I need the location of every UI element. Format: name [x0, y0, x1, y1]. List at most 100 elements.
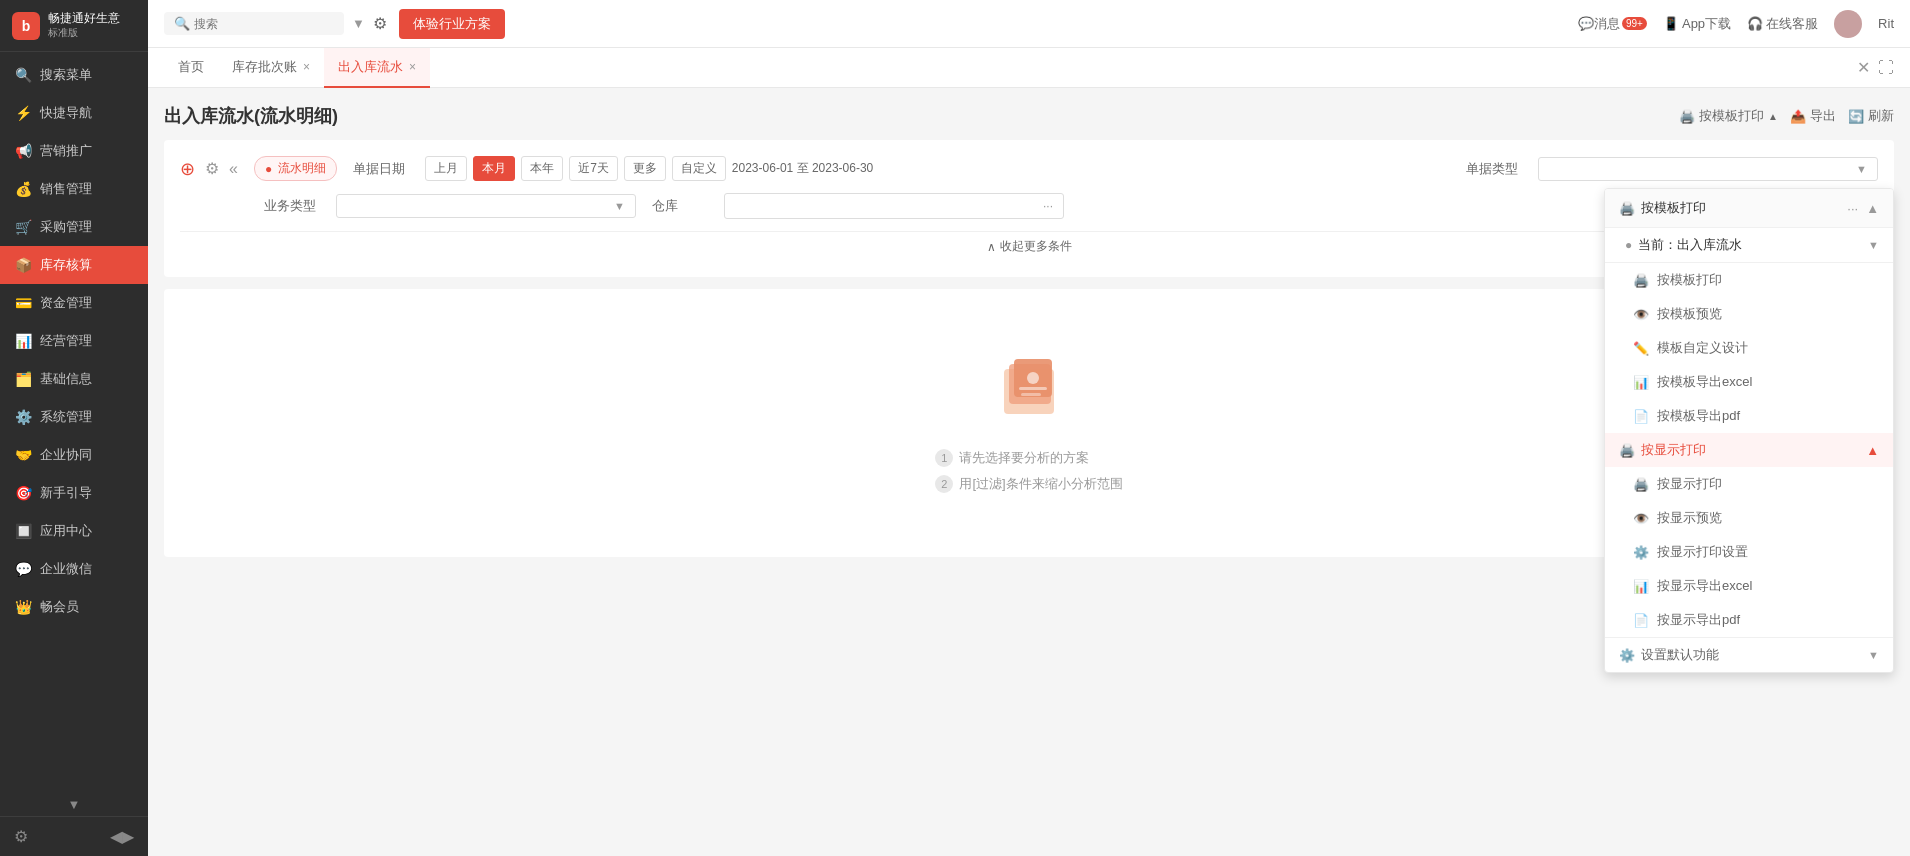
filter-tag-icon: ●	[265, 162, 272, 176]
search-input[interactable]	[194, 17, 334, 31]
sidebar-item-sales[interactable]: 💰 销售管理	[0, 170, 148, 208]
dropdown-item-template-excel[interactable]: 📊 按模板导出excel	[1605, 365, 1893, 399]
page-header: 出入库流水(流水明细) 🖨️ 按模板打印 ▲ 📤 导出 🔄 刷新	[164, 104, 1894, 128]
display-print-icon: 🖨️	[1633, 477, 1649, 492]
active-filter-tag[interactable]: ● 流水明细	[254, 156, 337, 181]
filter-collapse-icon[interactable]: «	[229, 160, 238, 178]
template-pdf-icon: 📄	[1633, 409, 1649, 424]
filter-biz-label: 业务类型	[264, 197, 320, 215]
sidebar-item-system[interactable]: ⚙️ 系统管理	[0, 398, 148, 436]
filter-row-top: ⊕ ⚙ « ● 流水明细 单据日期 上月 本月 本年 近7天 更多 自定	[180, 156, 1878, 181]
sidebar-scroll-down[interactable]: ▼	[0, 793, 148, 816]
dropdown-item-display-settings[interactable]: ⚙️ 按显示打印设置	[1605, 535, 1893, 569]
dropdown-current-text: 当前：出入库流水	[1638, 236, 1862, 254]
tab-batch-label: 库存批次账	[232, 58, 297, 76]
collapse-more-label: 收起更多条件	[1000, 238, 1072, 255]
export-btn[interactable]: 📤 导出	[1790, 107, 1836, 125]
dropdown-footer[interactable]: ⚙️ 设置默认功能 ▼	[1605, 637, 1893, 672]
dropdown-item-display-pdf[interactable]: 📄 按显示导出pdf	[1605, 603, 1893, 637]
filter-biz-chevron: ▼	[614, 200, 625, 212]
export-label: 导出	[1810, 107, 1836, 125]
dropdown-header-actions: ··· ▲	[1847, 201, 1879, 216]
sidebar-item-quicknav[interactable]: ⚡ 快捷导航	[0, 94, 148, 132]
sidebar-item-inventory[interactable]: 📦 库存核算	[0, 246, 148, 284]
topbar-search-box[interactable]: 🔍	[164, 12, 344, 35]
topbar-gear-icon[interactable]: ⚙	[373, 14, 387, 33]
date-btn-last-month[interactable]: 上月	[425, 156, 467, 181]
tab-maximize[interactable]: ⛶	[1878, 59, 1894, 77]
wechat-icon: 💬	[14, 561, 32, 577]
sidebar-item-operation[interactable]: 📊 经营管理	[0, 322, 148, 360]
tab-flow[interactable]: 出入库流水 ×	[324, 48, 430, 88]
footer-settings-icon: ⚙️	[1619, 648, 1635, 663]
dropdown-item-template-design[interactable]: ✏️ 模板自定义设计	[1605, 331, 1893, 365]
dropdown-current-item[interactable]: ● 当前：出入库流水 ▼	[1605, 228, 1893, 263]
sidebar-item-member[interactable]: 👑 畅会员	[0, 588, 148, 626]
appstore-icon: 🔲	[14, 523, 32, 539]
username-label[interactable]: Rit	[1878, 16, 1894, 31]
display-pdf-icon: 📄	[1633, 613, 1649, 628]
sidebar-item-search[interactable]: 🔍 搜索菜单	[0, 56, 148, 94]
finance-icon: 💳	[14, 295, 32, 311]
filter-settings-icon[interactable]: ⚙	[205, 159, 219, 178]
dropdown-item-display-print[interactable]: 🖨️ 按显示打印	[1605, 467, 1893, 501]
filter-add-btn[interactable]: ⊕	[180, 158, 195, 180]
dropdown-chevron-up[interactable]: ▲	[1866, 201, 1879, 216]
sidebar-label-marketing: 营销推广	[40, 142, 92, 160]
topbar-app-btn[interactable]: 📱 App下载	[1663, 15, 1731, 33]
dropdown-item-template-preview[interactable]: 👁️ 按模板预览	[1605, 297, 1893, 331]
dropdown-item-template-print[interactable]: 🖨️ 按模板打印	[1605, 263, 1893, 297]
user-avatar[interactable]	[1834, 10, 1862, 38]
dropdown-item-template-pdf[interactable]: 📄 按模板导出pdf	[1605, 399, 1893, 433]
dropdown-item-label: 模板自定义设计	[1657, 339, 1748, 357]
date-btn-this-year[interactable]: 本年	[521, 156, 563, 181]
topbar-service-btn[interactable]: 🎧 在线客服	[1747, 15, 1818, 33]
sidebar-item-marketing[interactable]: 📢 营销推广	[0, 132, 148, 170]
sidebar-item-guide[interactable]: 🎯 新手引导	[0, 474, 148, 512]
tab-home-label: 首页	[178, 58, 204, 76]
topbar-right: 💬 消息 99+ 📱 App下载 🎧 在线客服 Rit	[1578, 10, 1894, 38]
dropdown-more-icon[interactable]: ···	[1847, 201, 1858, 216]
filter-type-select[interactable]: ▼	[1538, 157, 1878, 181]
date-btn-this-month[interactable]: 本月	[473, 156, 515, 181]
dropdown-item-label: 按显示预览	[1657, 509, 1722, 527]
dropdown-section-display[interactable]: 🖨️ 按显示打印 ▲	[1605, 433, 1893, 467]
page-content: 出入库流水(流水明细) 🖨️ 按模板打印 ▲ 📤 导出 🔄 刷新	[148, 88, 1910, 856]
topbar-search-chevron[interactable]: ▼	[352, 16, 365, 31]
empty-hint-1: 1 请先选择要分析的方案	[935, 445, 1122, 471]
print-btn[interactable]: 🖨️ 按模板打印 ▲	[1679, 107, 1778, 125]
tab-close-all[interactable]: ✕	[1857, 58, 1870, 77]
sidebar-collapse-btn[interactable]: ◀▶	[110, 827, 134, 846]
app-logo-text: 畅捷通好生意 标准版	[48, 11, 120, 41]
tab-batch-close[interactable]: ×	[303, 60, 310, 74]
main-area: 🔍 ▼ ⚙ 体验行业方案 💬 消息 99+ 📱 App下载 🎧 在线客服 Rit	[148, 0, 1910, 856]
date-btn-7days[interactable]: 近7天	[569, 156, 618, 181]
sidebar-settings-btn[interactable]: ⚙	[14, 827, 28, 846]
sidebar-item-finance[interactable]: 💳 资金管理	[0, 284, 148, 322]
tab-batch[interactable]: 库存批次账 ×	[218, 48, 324, 88]
tab-flow-close[interactable]: ×	[409, 60, 416, 74]
sidebar-item-wechat[interactable]: 💬 企业微信	[0, 550, 148, 588]
tab-home[interactable]: 首页	[164, 48, 218, 88]
display-section-chevron: ▲	[1866, 443, 1879, 458]
empty-hint-2-text: 用[过滤]条件来缩小分析范围	[959, 471, 1122, 497]
industry-btn[interactable]: 体验行业方案	[399, 9, 505, 39]
display-excel-icon: 📊	[1633, 579, 1649, 594]
template-excel-icon: 📊	[1633, 375, 1649, 390]
dropdown-item-label: 按显示导出pdf	[1657, 611, 1740, 629]
filter-warehouse-select[interactable]: ···	[724, 193, 1064, 219]
refresh-btn[interactable]: 🔄 刷新	[1848, 107, 1894, 125]
sidebar-item-basic[interactable]: 🗂️ 基础信息	[0, 360, 148, 398]
date-btn-custom[interactable]: 自定义	[672, 156, 726, 181]
filter-warehouse-more: ···	[1043, 199, 1053, 213]
sidebar-label-wechat: 企业微信	[40, 560, 92, 578]
topbar-message-btn[interactable]: 💬 消息 99+	[1578, 15, 1647, 33]
sidebar-item-appstore[interactable]: 🔲 应用中心	[0, 512, 148, 550]
sidebar-footer: ⚙ ◀▶	[0, 816, 148, 856]
date-btn-more[interactable]: 更多	[624, 156, 666, 181]
sidebar-item-collab[interactable]: 🤝 企业协同	[0, 436, 148, 474]
dropdown-item-display-excel[interactable]: 📊 按显示导出excel	[1605, 569, 1893, 603]
sidebar-item-purchase[interactable]: 🛒 采购管理	[0, 208, 148, 246]
dropdown-item-display-preview[interactable]: 👁️ 按显示预览	[1605, 501, 1893, 535]
filter-biz-select[interactable]: ▼	[336, 194, 636, 218]
